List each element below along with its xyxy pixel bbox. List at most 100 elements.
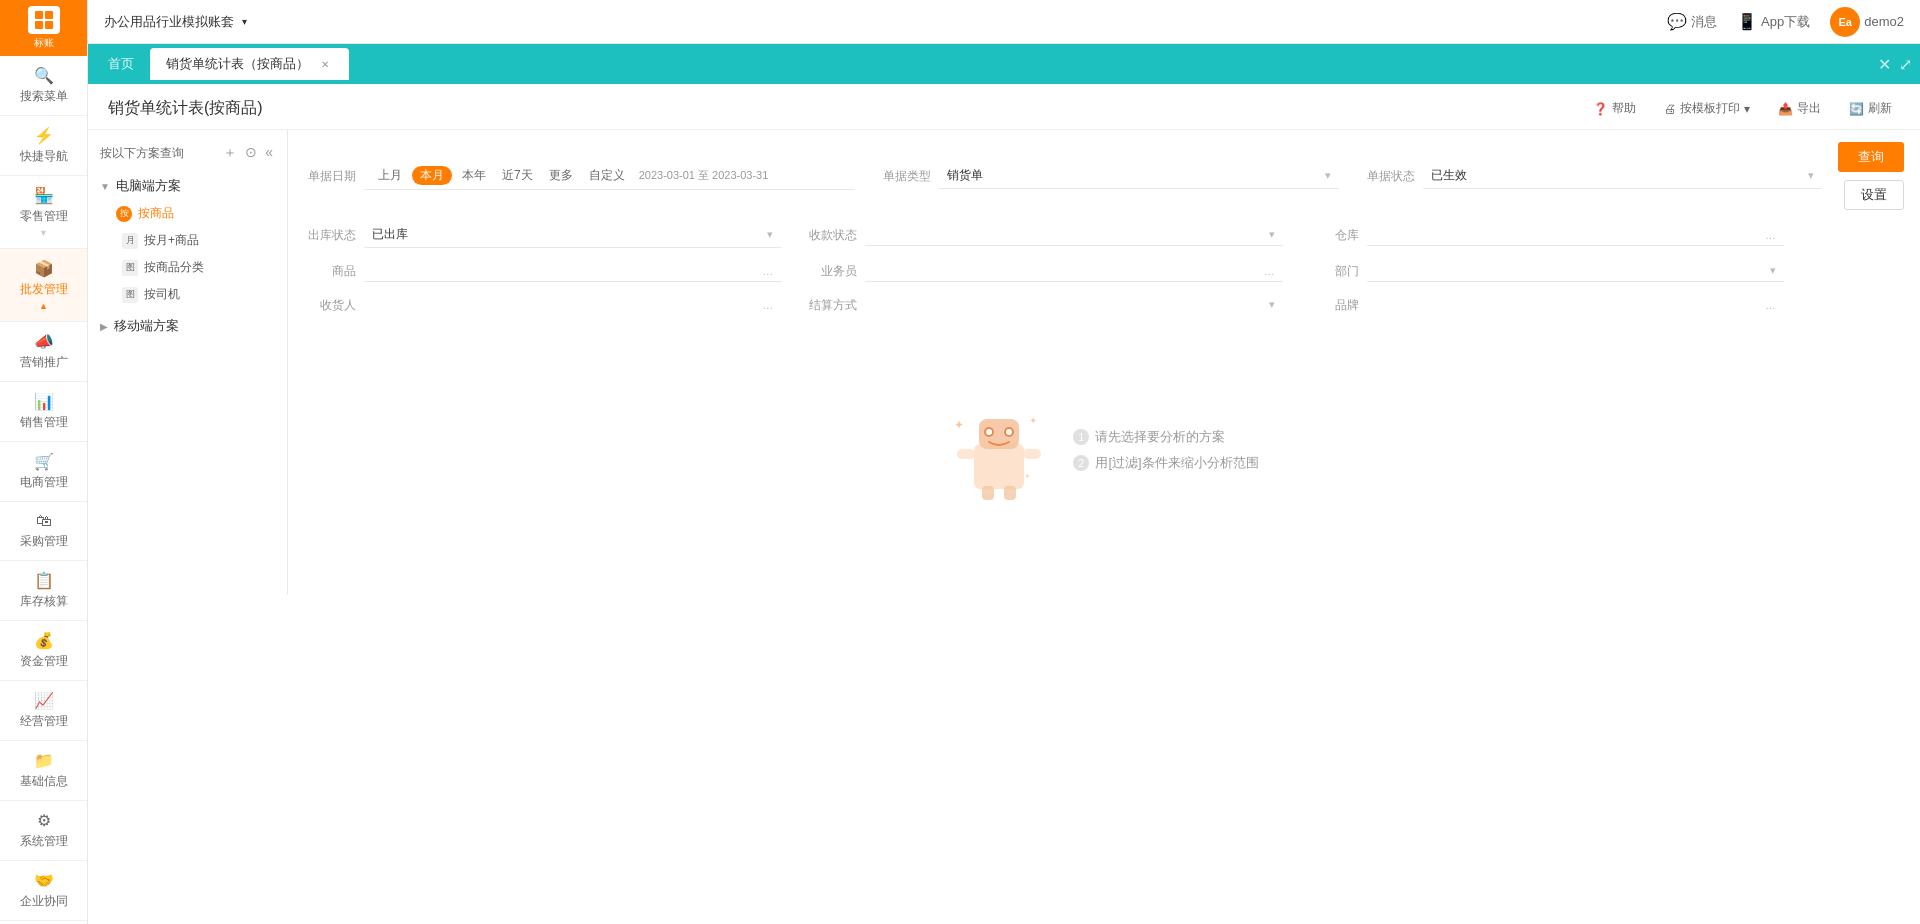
sidebar-item-finance[interactable]: 💰 资金管理 [0, 621, 87, 681]
storehouse-more-icon[interactable]: … [1765, 229, 1776, 241]
salesperson-control[interactable]: … [865, 261, 1282, 282]
sidebar-item-purchase[interactable]: 🛍 采购管理 [0, 502, 87, 561]
date-tab-last-month[interactable]: 上月 [372, 166, 408, 185]
print-dropdown-icon: ▾ [1744, 102, 1750, 116]
message-button[interactable]: 💬 消息 [1667, 12, 1717, 31]
user-profile[interactable]: Ea demo2 [1830, 7, 1904, 37]
scheme-item-by-month-product[interactable]: 月 按月+商品 [88, 227, 287, 254]
page-header-actions: ❓ 帮助 🖨 按模板打印 ▾ 📤 导出 🔄 刷新 [1585, 96, 1900, 121]
date-control[interactable]: 上月 本月 本年 近7天 更多 自定义 2023-03-01 至 2023-03… [364, 162, 855, 190]
sidebar-item-ecommerce[interactable]: 🛒 电商管理 [0, 442, 87, 502]
svg-text:✦: ✦ [1024, 472, 1031, 481]
tab-home[interactable]: 首页 [92, 48, 150, 80]
page-header: 销货单统计表(按商品) ❓ 帮助 🖨 按模板打印 ▾ 📤 导出 [88, 84, 1920, 130]
app-download-button[interactable]: 📱 App下载 [1737, 12, 1810, 31]
refresh-button[interactable]: 🔄 刷新 [1841, 96, 1900, 121]
quick-nav-icon: ⚡ [34, 126, 54, 145]
settlement-dropdown-icon[interactable]: ▾ [1269, 298, 1275, 311]
tab-sales-stat-label: 销货单统计表（按商品） [166, 55, 309, 73]
date-tab-7days[interactable]: 近7天 [496, 166, 539, 185]
scheme-group-pc-header[interactable]: ▼ 电脑端方案 [88, 172, 287, 200]
salesperson-more-icon[interactable]: … [1264, 265, 1275, 277]
message-icon: 💬 [1667, 12, 1687, 31]
sidebar-item-label: 库存核算 [20, 593, 68, 610]
svg-rect-12 [982, 486, 994, 500]
brand-control[interactable]: … [1367, 295, 1784, 315]
type-control[interactable]: 销货单 ▾ [939, 163, 1338, 189]
sidebar-item-label: 销售管理 [20, 414, 68, 431]
date-tab-more[interactable]: 更多 [543, 166, 579, 185]
wholesale-icon: 📦 [34, 259, 54, 278]
tab-close-icon[interactable]: ✕ [317, 56, 333, 72]
svg-point-9 [1006, 429, 1012, 435]
payment-dropdown-icon[interactable]: ▾ [1269, 228, 1275, 241]
tab-expand-icon[interactable]: ⤢ [1899, 55, 1912, 74]
product-more-icon[interactable]: … [762, 265, 773, 277]
help-button[interactable]: ❓ 帮助 [1585, 96, 1644, 121]
tab-sales-stat[interactable]: 销货单统计表（按商品） ✕ [150, 48, 349, 80]
tip-text-2: 用[过滤]条件来缩小分析范围 [1095, 454, 1258, 472]
storehouse-control[interactable]: … [1367, 225, 1784, 246]
status-dropdown-icon[interactable]: ▾ [1808, 169, 1814, 182]
date-tab-this-month[interactable]: 本月 [412, 166, 452, 185]
print-button[interactable]: 🖨 按模板打印 ▾ [1656, 96, 1758, 121]
status-label: 单据状态 [1363, 168, 1423, 185]
scheme-item-by-cashier[interactable]: 图 按司机 [88, 281, 287, 308]
template-title: 办公用品行业模拟账套 [104, 13, 234, 31]
product-control[interactable]: … [364, 261, 781, 282]
settlement-control[interactable]: ▾ [865, 294, 1282, 314]
user-name: demo2 [1864, 14, 1904, 29]
filter-field-receiver: 收货人 … [304, 295, 781, 315]
dept-dropdown-icon[interactable]: ▾ [1770, 264, 1776, 277]
help-icon: ❓ [1593, 102, 1608, 116]
filter-field-storehouse: 仓库 … [1307, 225, 1784, 246]
warehouse-status-control[interactable]: 已出库 ▾ [364, 222, 781, 248]
app-download-label: App下载 [1761, 13, 1810, 31]
sidebar-item-inventory[interactable]: 📋 库存核算 [0, 561, 87, 621]
date-tab-this-year[interactable]: 本年 [456, 166, 492, 185]
warehouse-dropdown-icon[interactable]: ▾ [767, 228, 773, 241]
query-button[interactable]: 查询 [1838, 142, 1904, 172]
sidebar-item-sales[interactable]: 📊 销售管理 [0, 382, 87, 442]
svg-text:✦: ✦ [1029, 415, 1037, 426]
filter-field-dept: 部门 ▾ [1307, 260, 1784, 282]
filter-field-warehouse-status: 出库状态 已出库 ▾ [304, 222, 781, 248]
ecommerce-icon: 🛒 [34, 452, 54, 471]
dept-label: 部门 [1307, 263, 1367, 280]
receiver-more-icon[interactable]: … [762, 299, 773, 311]
page-title: 销货单统计表(按商品) [108, 98, 263, 119]
sidebar-item-basic[interactable]: 📁 基础信息 [0, 741, 87, 801]
date-tab-custom[interactable]: 自定义 [583, 166, 631, 185]
type-dropdown-icon[interactable]: ▾ [1325, 169, 1331, 182]
query-actions: 查询 设置 [1838, 142, 1904, 210]
scheme-add-icon[interactable]: ＋ [221, 142, 239, 164]
storehouse-label: 仓库 [1307, 227, 1367, 244]
settings-button[interactable]: 设置 [1844, 180, 1904, 210]
sidebar-item-system[interactable]: ⚙ 系统管理 [0, 801, 87, 861]
sidebar-item-marketing[interactable]: 📣 营销推广 [0, 322, 87, 382]
dept-control[interactable]: ▾ [1367, 260, 1784, 282]
payment-control[interactable]: ▾ [865, 224, 1282, 246]
scheme-item-by-product[interactable]: 按 按商品 [88, 200, 287, 227]
sidebar-item-wholesale[interactable]: 📦 批发管理 ▲ [0, 249, 87, 322]
sidebar-item-label: 营销推广 [20, 354, 68, 371]
template-dropdown-icon[interactable]: ▾ [242, 16, 247, 27]
scheme-settings-icon[interactable]: ⊙ [243, 142, 259, 164]
inner-container: 销货单统计表(按商品) ❓ 帮助 🖨 按模板打印 ▾ 📤 导出 [88, 84, 1920, 924]
scheme-item-by-category[interactable]: 图 按商品分类 [88, 254, 287, 281]
scheme-group-mobile-header[interactable]: ▶ 移动端方案 [88, 312, 287, 340]
sidebar-item-operations[interactable]: 📈 经营管理 [0, 681, 87, 741]
sidebar-item-search-menu[interactable]: 🔍 搜索菜单 [0, 56, 87, 116]
sidebar-item-cooperation[interactable]: 🤝 企业协同 [0, 861, 87, 921]
tab-close-all-icon[interactable]: ✕ [1878, 55, 1891, 74]
cooperation-icon: 🤝 [34, 871, 54, 890]
sidebar-item-retail[interactable]: 🏪 零售管理 ▼ [0, 176, 87, 249]
status-control[interactable]: 已生效 ▾ [1423, 163, 1822, 189]
scheme-collapse-icon[interactable]: « [263, 142, 275, 164]
sidebar-item-quick-nav[interactable]: ⚡ 快捷导航 [0, 116, 87, 176]
receiver-control[interactable]: … [364, 295, 781, 315]
app-logo-text: 标账 [34, 36, 54, 50]
brand-more-icon[interactable]: … [1765, 299, 1776, 311]
content-body: 按以下方案查询 ＋ ⊙ « ▼ 电脑端方案 [88, 130, 1920, 594]
export-button[interactable]: 📤 导出 [1770, 96, 1829, 121]
